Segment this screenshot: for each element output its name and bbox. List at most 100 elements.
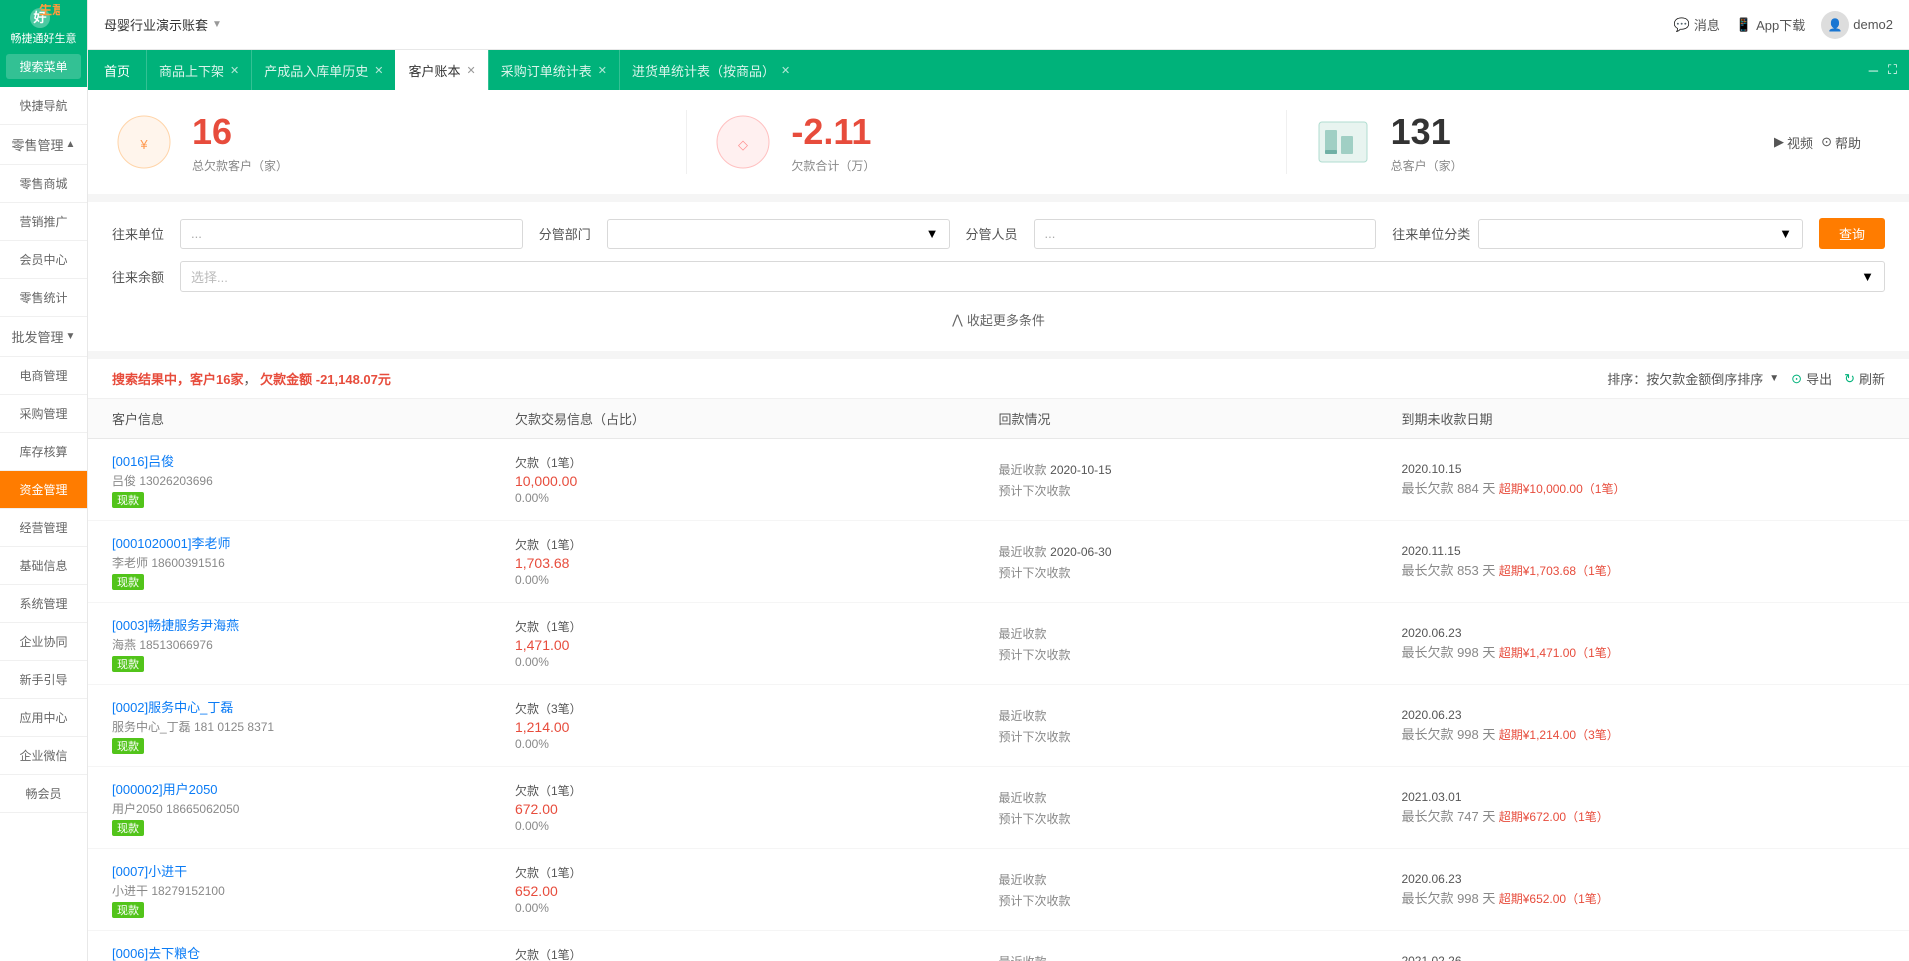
return-label-1: 最近收款 <box>999 545 1047 559</box>
sidebar-item-guide[interactable]: 新手引导 <box>0 661 87 699</box>
sidebar-item-ecommerce[interactable]: 电商管理 <box>0 357 87 395</box>
filter-person-input[interactable]: ... <box>1034 219 1377 249</box>
tab-production-history-close[interactable]: ✕ <box>374 64 383 77</box>
overdue-days-0: 最长欠款 884 天 超期¥10,000.00（1笔） <box>1401 478 1885 497</box>
customer-name-2[interactable]: [0003]畅捷服务尹海燕 <box>112 618 239 633</box>
search-button[interactable]: 查询 <box>1819 218 1885 249</box>
search-menu-btn[interactable]: 搜索菜单 <box>0 50 87 87</box>
tab-customer-ledger-close[interactable]: ✕ <box>467 64 476 77</box>
sidebar-item-inventory[interactable]: 库存核算 <box>0 433 87 471</box>
sidebar-item-enterprise-collab[interactable]: 企业协同 <box>0 623 87 661</box>
collapse-button[interactable]: ⋀ 收起更多条件 <box>952 304 1045 335</box>
customer-name-1[interactable]: [0001020001]李老师 <box>112 536 231 551</box>
return-label-2: 最近收款 <box>999 627 1047 641</box>
sidebar-item-finance[interactable]: 资金管理 <box>0 471 87 509</box>
sidebar-item-retail-mgmt[interactable]: 零售管理 ▲ <box>0 125 87 165</box>
filter-row-1: 往来单位 ... 分管部门 ▼ 分管人员 ... <box>112 218 1885 249</box>
sidebar-item-marketing[interactable]: 营销推广 <box>0 203 87 241</box>
user-avatar-btn[interactable]: 👤 demo2 <box>1821 11 1893 39</box>
sidebar-item-app-center[interactable]: 应用中心 <box>0 699 87 737</box>
sidebar-item-retail-mall[interactable]: 零售商城 <box>0 165 87 203</box>
help-btn[interactable]: ⊙ 帮助 <box>1821 133 1861 152</box>
customer-name-6[interactable]: [0006]去下粮仓 <box>112 946 200 961</box>
overdue-link-3[interactable]: 超期¥1,214.00（3笔） <box>1499 728 1619 742</box>
debt-amount-label: 欠款合计（万） <box>791 157 875 174</box>
overdue-days-3: 最长欠款 998 天 超期¥1,214.00（3笔） <box>1401 724 1885 743</box>
tab-purchase-stats-close[interactable]: ✕ <box>598 64 607 77</box>
stats-row: ¥ 16 总欠款客户（家） ◇ -2.11 欠款合计（万） <box>88 90 1909 194</box>
table-row: [0006]去下粮仓 陈小希 现款 欠款（1笔） 455.90 0.00% 最近… <box>88 931 1909 961</box>
customer-name-5[interactable]: [0007]小进干 <box>112 864 187 879</box>
tab-purchase-stats[interactable]: 采购订单统计表 ✕ <box>488 50 619 90</box>
app-download-btn[interactable]: 📱 App下载 <box>1736 15 1805 34</box>
overdue-link-0[interactable]: 超期¥10,000.00（1笔） <box>1499 482 1626 496</box>
tab-purchase-product-stats-close[interactable]: ✕ <box>781 64 790 77</box>
sidebar-item-member[interactable]: 会员中心 <box>0 241 87 279</box>
overdue-info-3: 2020.06.23 最长欠款 998 天 超期¥1,214.00（3笔） <box>1401 708 1885 743</box>
sidebar-item-enterprise-wechat[interactable]: 企业微信 <box>0 737 87 775</box>
balance-placeholder: 选择... <box>191 267 228 286</box>
return-next-2: 预计下次收款 <box>999 646 1402 663</box>
svg-text:生意: 生意 <box>38 4 59 17</box>
export-btn[interactable]: ⊙ 导出 <box>1791 369 1832 388</box>
tab-customer-ledger[interactable]: 客户账本 ✕ <box>395 50 487 90</box>
sidebar-item-operations[interactable]: 经营管理 <box>0 509 87 547</box>
results-amount-value: -21,148.07元 <box>316 372 391 387</box>
customer-phone-0: 吕俊 13026203696 <box>112 472 515 489</box>
stat-total-customers: 131 总客户（家） ▶ 视频 ⊙ 帮助 <box>1287 110 1885 174</box>
tab-purchase-product-stats[interactable]: 进货单统计表（按商品） ✕ <box>619 50 802 90</box>
col-header-debt: 欠款交易信息（占比） <box>515 409 999 428</box>
filter-balance: 往来余额 选择... ▼ <box>112 261 1885 292</box>
return-next-4: 预计下次收款 <box>999 810 1402 827</box>
debt-info-3: 欠款（3笔） 1,214.00 0.00% <box>515 700 999 751</box>
table-row: [0001020001]李老师 李老师 18600391516 现款 欠款（1笔… <box>88 521 1909 603</box>
video-btn[interactable]: ▶ 视频 <box>1774 133 1813 152</box>
tab-customer-ledger-label: 客户账本 <box>408 61 460 80</box>
sidebar-item-system[interactable]: 系统管理 <box>0 585 87 623</box>
message-btn[interactable]: 💬 消息 <box>1674 15 1720 34</box>
sidebar-item-quick-nav[interactable]: 快捷导航 <box>0 87 87 125</box>
customer-tag-3: 现款 <box>112 738 144 754</box>
debt-customers-icon: ¥ <box>112 110 176 174</box>
overdue-info-0: 2020.10.15 最长欠款 884 天 超期¥10,000.00（1笔） <box>1401 462 1885 497</box>
sidebar-item-purchase[interactable]: 采购管理 <box>0 395 87 433</box>
sidebar-item-wholesale[interactable]: 批发管理 ▼ <box>0 317 87 357</box>
refresh-btn[interactable]: ↻ 刷新 <box>1844 369 1885 388</box>
debt-percent-4: 0.00% <box>515 819 999 833</box>
overdue-link-1[interactable]: 超期¥1,703.68（1笔） <box>1499 564 1619 578</box>
customer-tag-2: 现款 <box>112 656 144 672</box>
filter-unit-category-select[interactable]: ▼ <box>1478 219 1803 249</box>
debt-info-4: 欠款（1笔） 672.00 0.00% <box>515 782 999 833</box>
collapse-row: ⋀ 收起更多条件 <box>112 304 1885 335</box>
tab-production-history[interactable]: 产成品入库单历史 ✕ <box>251 50 395 90</box>
balance-arrow-icon: ▼ <box>1861 269 1874 284</box>
refresh-icon: ↻ <box>1844 371 1855 387</box>
tab-product-listing-close[interactable]: ✕ <box>230 64 239 77</box>
overdue-link-2[interactable]: 超期¥1,471.00（1笔） <box>1499 646 1619 660</box>
sort-select[interactable]: 排序：按欠款金额倒序排序 ▼ <box>1607 369 1779 388</box>
app-name: 畅捷通好生意 <box>11 32 77 46</box>
customer-info-3: [0002]服务中心_丁磊 服务中心_丁磊 181 0125 8371 现款 <box>112 697 515 754</box>
app-selector-arrow-icon: ▼ <box>212 19 222 30</box>
filter-dept-select[interactable]: ▼ <box>607 219 950 249</box>
sidebar-item-retail-stats[interactable]: 零售统计 <box>0 279 87 317</box>
filter-source-unit-input[interactable]: ... <box>180 219 523 249</box>
overdue-link-5[interactable]: 超期¥652.00（1笔） <box>1499 892 1609 906</box>
customer-name-3[interactable]: [0002]服务中心_丁磊 <box>112 700 233 715</box>
return-date-1: 2020-06-30 <box>1050 545 1111 559</box>
search-menu-label[interactable]: 搜索菜单 <box>6 54 81 79</box>
sidebar-item-changhui[interactable]: 畅会员 <box>0 775 87 813</box>
tab-maximize-icon[interactable]: ⛶ <box>1888 62 1897 78</box>
tab-minimize-icon[interactable]: － <box>1867 61 1880 80</box>
username-label: demo2 <box>1853 17 1893 32</box>
overdue-link-4[interactable]: 超期¥672.00（1笔） <box>1499 810 1609 824</box>
sidebar-item-basic-info[interactable]: 基础信息 <box>0 547 87 585</box>
sort-label: 排序：按欠款金额倒序排序 <box>1607 369 1763 388</box>
filter-balance-select[interactable]: 选择... ▼ <box>180 261 1885 292</box>
tab-product-listing[interactable]: 商品上下架 ✕ <box>146 50 251 90</box>
app-selector[interactable]: 母婴行业演示账套 ▼ <box>104 15 222 34</box>
tab-home[interactable]: 首页 <box>88 50 146 90</box>
video-icon: ▶ <box>1774 134 1784 150</box>
customer-name-0[interactable]: [0016]吕俊 <box>112 454 174 469</box>
customer-name-4[interactable]: [000002]用户2050 <box>112 782 218 797</box>
